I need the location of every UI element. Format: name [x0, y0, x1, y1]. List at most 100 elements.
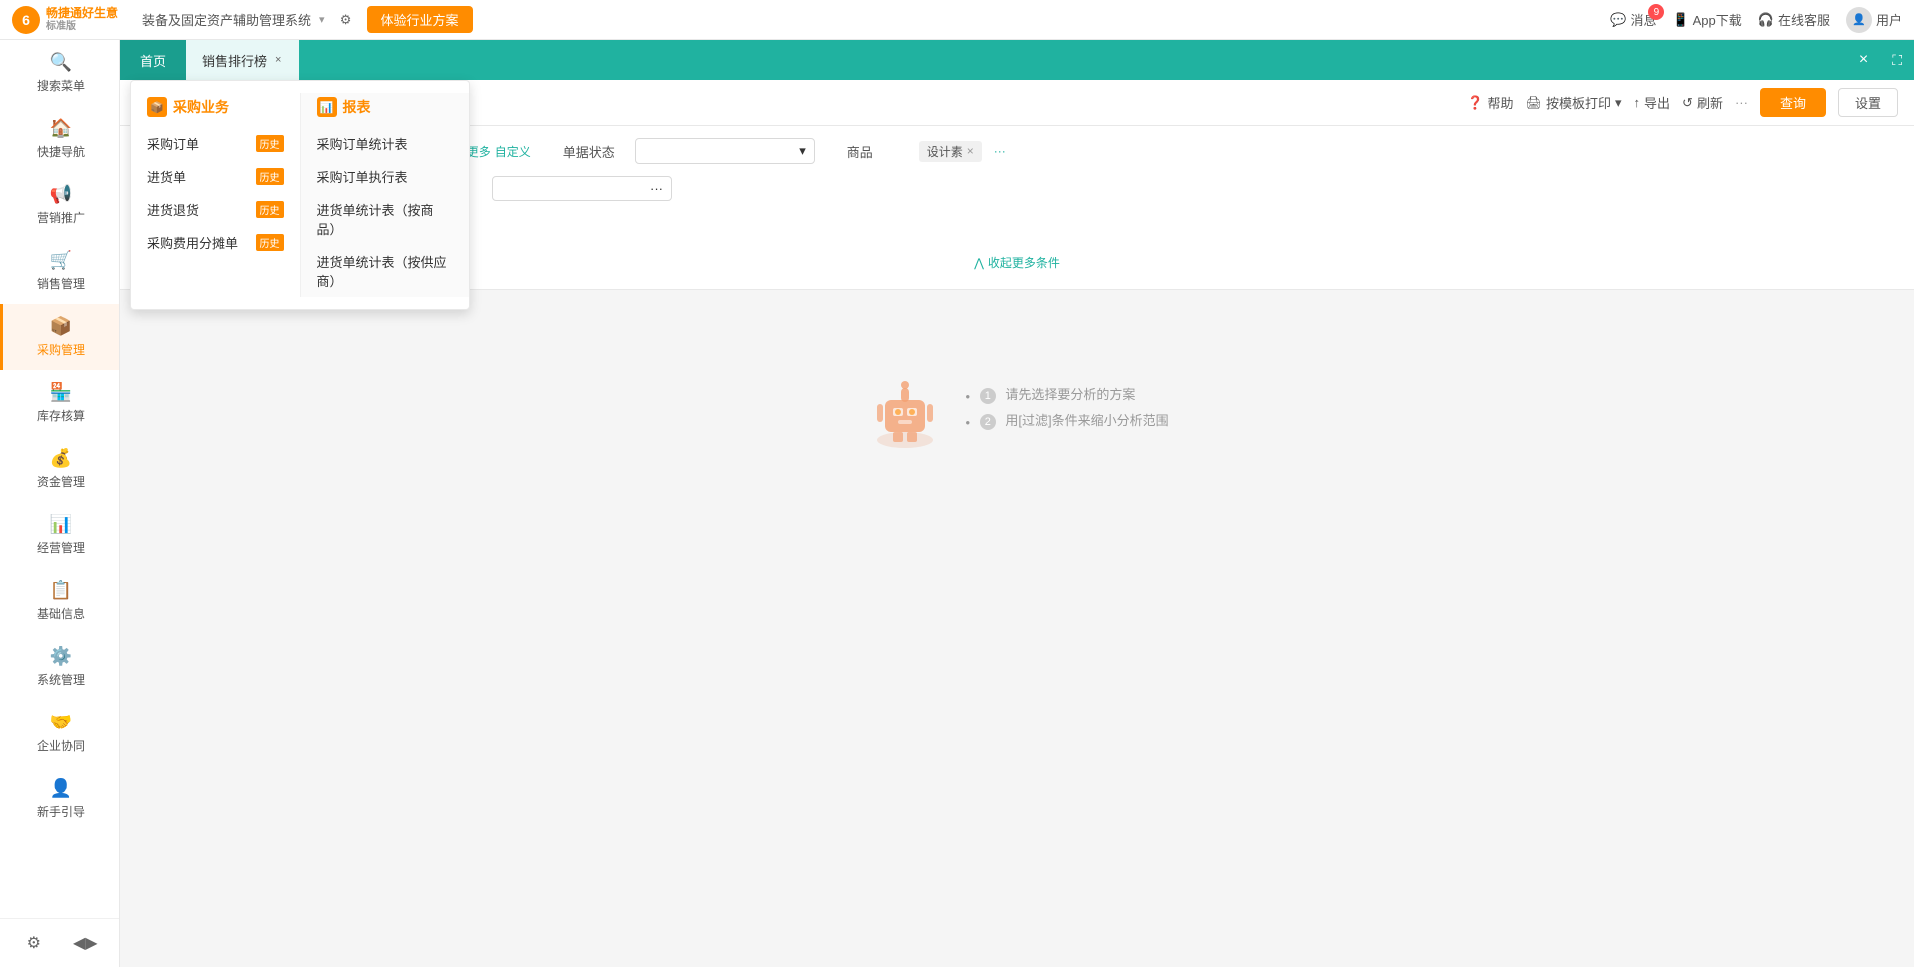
settings-bottom-btn[interactable]: ⚙ [18, 927, 50, 959]
message-badge: 9 [1648, 4, 1664, 20]
tab-sales-rank-label: 销售排行榜 [202, 51, 267, 70]
empty-state: 1 请先选择要分析的方案 2 用[过滤]条件来缩小分析范围 [120, 290, 1914, 530]
sidebar-item-basic[interactable]: 📋 基础信息 [0, 568, 119, 634]
menu-item-purchase-expense[interactable]: 采购费用分摊单 历史 [139, 226, 292, 259]
sidebar-label-newbie: 新手引导 [37, 803, 85, 820]
help-label: 帮助 [1487, 93, 1513, 112]
operation-icon: 📊 [50, 514, 72, 535]
tab-bar-close[interactable]: × [1847, 51, 1880, 69]
tab-maximize-btn[interactable]: ⛶ [1880, 52, 1914, 69]
collapse-label: 收起更多条件 [988, 254, 1060, 271]
help-btn[interactable]: ❓ 帮助 [1467, 93, 1513, 112]
sidebar-item-marketing[interactable]: 📢 营销推广 [0, 172, 119, 238]
system-dropdown-arrow[interactable]: ▾ [319, 13, 325, 26]
date-more-btn[interactable]: 更多 [467, 143, 491, 160]
search-icon: 🔍 [50, 52, 72, 73]
newbie-icon: 👤 [50, 778, 72, 799]
menu-item-stock-in[interactable]: 进货单 历史 [139, 160, 292, 193]
top-bar-right: 💬 消息 9 📱 App下载 🎧 在线客服 👤 用户 [1610, 7, 1902, 33]
enterprise-icon: 🤝 [50, 712, 72, 733]
system-name: 装备及固定资产辅助管理系统 [142, 10, 311, 29]
settings-button[interactable]: 设置 [1838, 88, 1898, 117]
goods-tag-remove[interactable]: × [967, 144, 974, 158]
basic-icon: 📋 [50, 580, 72, 601]
user-btn[interactable]: 👤 用户 [1846, 7, 1902, 33]
stock-stats-goods-label: 进货单统计表（按商品） [317, 200, 454, 238]
headset-icon: 🎧 [1758, 12, 1774, 28]
tip-text-1: 请先选择要分析的方案 [1005, 387, 1135, 402]
app-download-label: App下载 [1693, 10, 1742, 29]
logo-text: 畅捷通好生意 标准版 [46, 6, 118, 32]
sidebar-item-search[interactable]: 🔍 搜索菜单 [0, 40, 119, 106]
stock-stats-supplier-label: 进货单统计表（按供应商） [317, 252, 454, 290]
menu-item-stock-return[interactable]: 进货退货 历史 [139, 193, 292, 226]
toolbar-more[interactable]: ··· [1735, 95, 1748, 110]
menu-item-order-stats[interactable]: 采购订单统计表 [309, 127, 462, 160]
goods-tag: 设计素 × [919, 141, 982, 162]
message-btn[interactable]: 💬 消息 9 [1610, 10, 1656, 29]
menu-item-purchase-order[interactable]: 采购订单 历史 [139, 127, 292, 160]
sidebar-label-purchase: 采购管理 [37, 341, 85, 358]
menu-item-stock-stats-supplier[interactable]: 进货单统计表（按供应商） [309, 245, 462, 297]
sidebar-label-basic: 基础信息 [37, 605, 85, 622]
date-custom-btn[interactable]: 自定义 [495, 143, 531, 160]
logo-sub: 标准版 [46, 21, 118, 33]
sidebar-item-inventory[interactable]: 🏪 库存核算 [0, 370, 119, 436]
export-icon: ↑ [1634, 95, 1641, 110]
online-service-btn[interactable]: 🎧 在线客服 [1758, 10, 1830, 29]
purchase-order-label: 采购订单 [147, 134, 199, 153]
report-title-icon: 📊 [317, 97, 337, 117]
gear-button[interactable]: ⚙ [333, 7, 359, 33]
history-badge-0: 历史 [256, 135, 284, 152]
status-select[interactable]: ▾ [635, 138, 815, 164]
sidebar-label-finance: 资金管理 [37, 473, 85, 490]
refresh-btn[interactable]: ↺ 刷新 [1682, 93, 1723, 112]
sidebar-item-sales[interactable]: 🛒 销售管理 [0, 238, 119, 304]
menu-section-report-title: 📊 报表 [309, 93, 462, 127]
print-btn[interactable]: 🖨 按模板打印 ▾ [1525, 93, 1621, 112]
menu-section-purchase-title: 📦 采购业务 [139, 93, 292, 127]
message-icon: 💬 [1610, 12, 1626, 28]
sidebar-label-system: 系统管理 [37, 671, 85, 688]
staff-dropdown-icon: ··· [650, 181, 663, 196]
order-exec-label: 采购订单执行表 [317, 167, 408, 186]
goods-more-btn[interactable]: ··· [994, 144, 1006, 158]
sidebar-label-quick: 快捷导航 [37, 143, 85, 160]
sidebar-bottom: ⚙ ◀▶ [0, 918, 119, 967]
tab-bar: 首页 销售排行榜 × × ⛶ [120, 40, 1914, 80]
menu-item-stock-stats-goods[interactable]: 进货单统计表（按商品） [309, 193, 462, 245]
tab-sales-rank[interactable]: 销售排行榜 × [186, 40, 299, 80]
industry-btn[interactable]: 体验行业方案 [367, 6, 473, 33]
goods-label: 商品 [847, 142, 907, 161]
phone-icon: 📱 [1672, 12, 1688, 28]
help-icon: ❓ [1467, 95, 1483, 111]
staff-select[interactable]: ··· [492, 176, 672, 201]
collapse-sidebar-btn[interactable]: ◀▶ [69, 927, 101, 959]
print-dropdown-icon[interactable]: ▾ [1615, 95, 1622, 111]
avatar: 👤 [1846, 7, 1872, 33]
menu-item-order-exec[interactable]: 采购订单执行表 [309, 160, 462, 193]
sidebar-item-system[interactable]: ⚙️ 系统管理 [0, 634, 119, 700]
empty-tips: 1 请先选择要分析的方案 2 用[过滤]条件来缩小分析范围 [965, 384, 1168, 436]
cart-icon: 🛒 [50, 250, 72, 271]
sidebar-item-newbie[interactable]: 👤 新手引导 [0, 766, 119, 832]
export-btn[interactable]: ↑ 导出 [1634, 93, 1671, 112]
menu-section-purchase: 📦 采购业务 采购订单 历史 进货单 历史 进货退货 历史 采购费用分摊单 历史 [131, 93, 300, 297]
tab-home[interactable]: 首页 [120, 40, 186, 80]
query-button[interactable]: 查询 [1760, 88, 1826, 117]
tab-close-btn[interactable]: × [273, 52, 283, 68]
sidebar-item-operation[interactable]: 📊 经营管理 [0, 502, 119, 568]
report-section-label: 报表 [343, 97, 371, 117]
sidebar: 🔍 搜索菜单 🏠 快捷导航 📢 营销推广 🛒 销售管理 📦 采购管理 🏪 库存核… [0, 40, 120, 967]
sidebar-label-inventory: 库存核算 [37, 407, 85, 424]
logo-main: 畅捷通好生意 [46, 6, 118, 20]
sidebar-item-quick[interactable]: 🏠 快捷导航 [0, 106, 119, 172]
sidebar-item-finance[interactable]: 💰 资金管理 [0, 436, 119, 502]
collapse-btn[interactable]: ⋀ 收起更多条件 [968, 248, 1066, 277]
app-download-btn[interactable]: 📱 App下载 [1672, 10, 1741, 29]
sidebar-item-purchase[interactable]: 📦 采购管理 [0, 304, 119, 370]
top-bar: 6 畅捷通好生意 标准版 装备及固定资产辅助管理系统 ▾ ⚙ 体验行业方案 💬 … [0, 0, 1914, 40]
history-badge-2: 历史 [256, 201, 284, 218]
sidebar-label-search: 搜索菜单 [37, 77, 85, 94]
sidebar-item-enterprise[interactable]: 🤝 企业协同 [0, 700, 119, 766]
